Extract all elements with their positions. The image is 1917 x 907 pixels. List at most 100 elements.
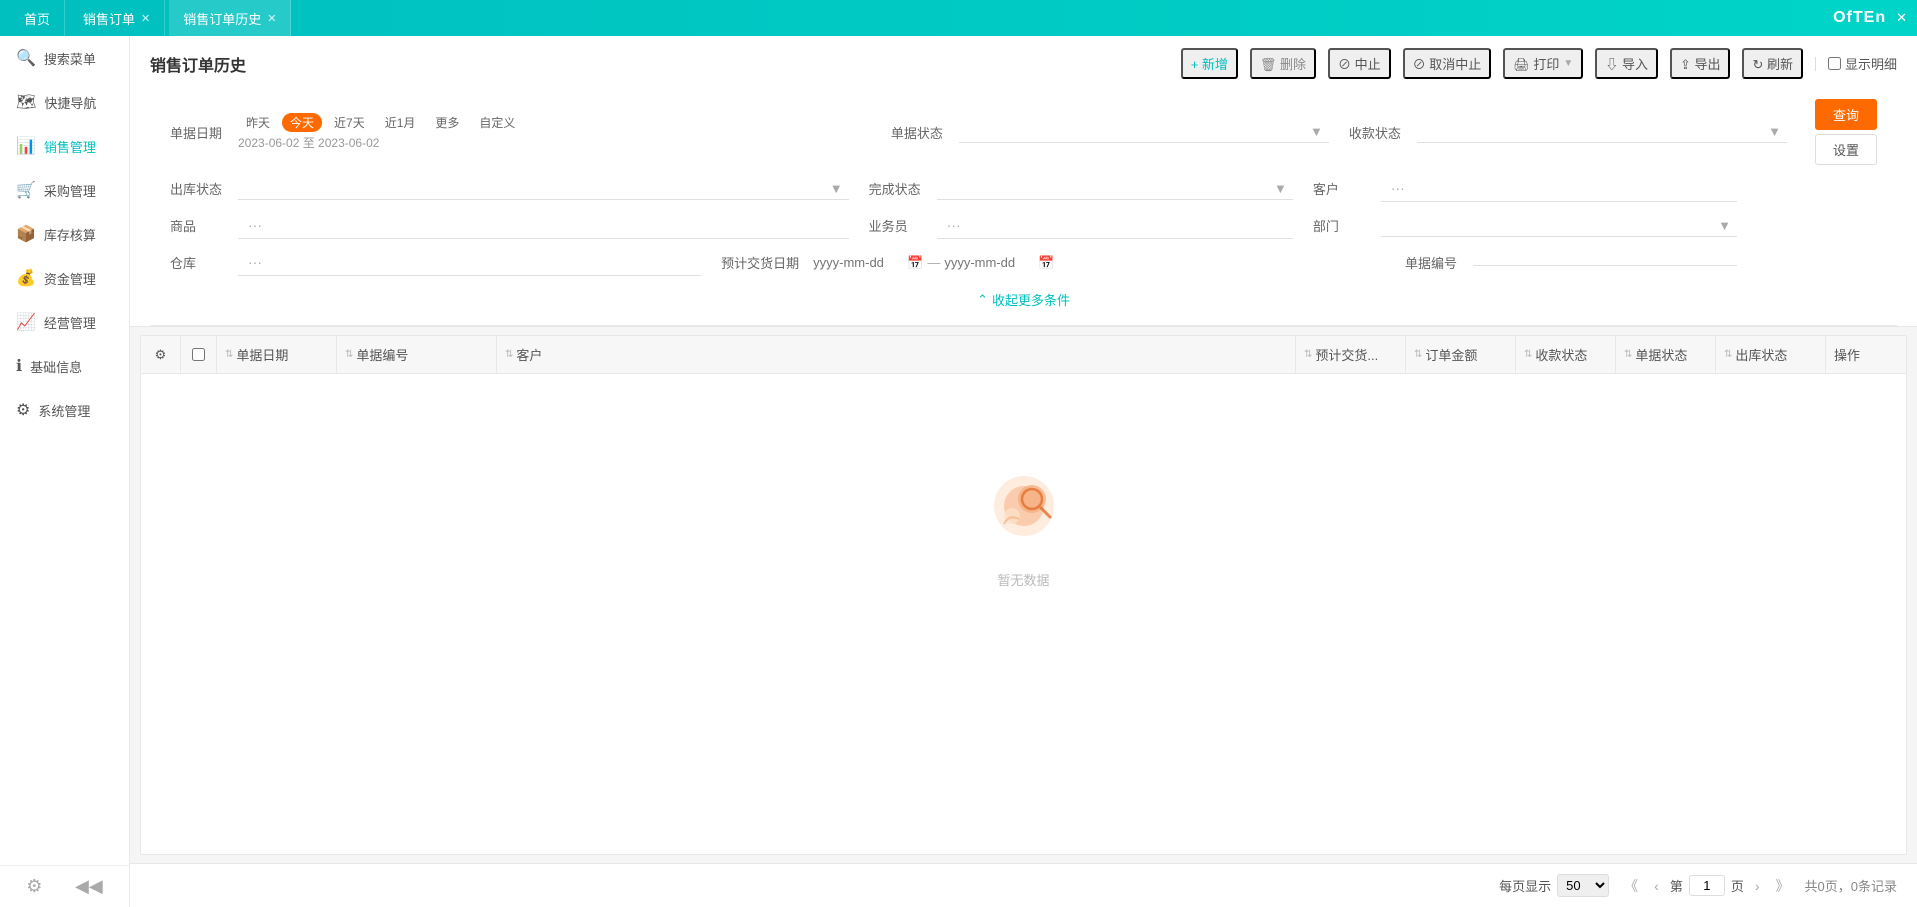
sales-rep-ellipsis[interactable]: ···: [941, 215, 967, 235]
next-page-button[interactable]: ›: [1750, 876, 1765, 896]
th-date-label: 单据日期: [236, 345, 288, 364]
first-page-button[interactable]: 《: [1619, 874, 1643, 898]
stop-button[interactable]: ⊘ 中止: [1328, 48, 1391, 79]
print-button[interactable]: 🖨 打印 ▼: [1503, 48, 1583, 79]
print-chevron-icon: ▼: [1563, 58, 1573, 69]
sidebar-item-search[interactable]: 🔍 搜索菜单: [0, 36, 129, 80]
th-receipt-sort-icon: ⇅: [1524, 349, 1532, 360]
expected-date-start[interactable]: [813, 255, 903, 270]
new-button[interactable]: + 新增: [1181, 48, 1238, 79]
sidebar-item-quick-nav-label: 快捷导航: [44, 93, 96, 112]
expected-date-end[interactable]: [944, 255, 1034, 270]
department-select[interactable]: ▼: [1381, 215, 1737, 237]
date-pill-yesterday[interactable]: 昨天: [238, 113, 278, 132]
tab-sales-order-close[interactable]: ✕: [141, 12, 150, 25]
th-docno-label: 单据编号: [356, 345, 408, 364]
outbound-label: 出库状态: [170, 179, 230, 198]
date-filter-field: 单据日期 昨天 今天 近7天 近1月 更多 自定义 2023-06-02 至 2…: [170, 113, 871, 151]
receipt-status-select[interactable]: ▼: [1417, 121, 1787, 143]
sidebar-item-inventory-label: 库存核算: [44, 225, 96, 244]
sidebar-item-finance-label: 资金管理: [44, 269, 96, 288]
per-page: 每页显示 50 10 20 100: [1499, 874, 1609, 897]
gear-icon: ⚙: [16, 400, 30, 420]
sidebar: 🔍 搜索菜单 🗺 快捷导航 📊 销售管理 🛒 采购管理 📦 库存核算 💰 资金管…: [0, 36, 130, 907]
date-pill-custom[interactable]: 自定义: [471, 113, 523, 132]
chevron-up-icon: ⌃: [977, 292, 988, 308]
date-range-text: 2023-06-02 至 2023-06-02: [238, 134, 523, 151]
calendar-start-icon[interactable]: 📅: [907, 255, 923, 271]
doc-status-select[interactable]: ▼: [959, 121, 1329, 143]
toolbar-divider: [1815, 57, 1816, 71]
tab-sales-history-close[interactable]: ✕: [267, 12, 276, 25]
sidebar-item-system-label: 系统管理: [38, 401, 90, 420]
sidebar-item-operations[interactable]: 📈 经营管理: [0, 300, 129, 344]
date-pill-today[interactable]: 今天: [282, 113, 322, 132]
warehouse-ellipsis[interactable]: ···: [242, 252, 268, 272]
date-pill-1month[interactable]: 近1月: [377, 113, 424, 132]
select-all-checkbox[interactable]: [192, 348, 205, 361]
date-pill-7days[interactable]: 近7天: [326, 113, 373, 132]
tab-home[interactable]: 首页: [10, 0, 65, 36]
topbar-close-icon[interactable]: ✕: [1896, 10, 1907, 26]
per-page-label: 每页显示: [1499, 876, 1551, 895]
th-outbound-label: 出库状态: [1735, 345, 1787, 364]
th-amount[interactable]: ⇅ 订单金额: [1406, 336, 1516, 373]
delete-button[interactable]: 🗑 删除: [1250, 48, 1316, 79]
th-receipt[interactable]: ⇅ 收款状态: [1516, 336, 1616, 373]
th-checkbox[interactable]: [181, 336, 217, 373]
sidebar-item-quick-nav[interactable]: 🗺 快捷导航: [0, 80, 129, 124]
complete-select[interactable]: ▼: [937, 178, 1293, 200]
outbound-field: 出库状态 ▼: [170, 178, 849, 200]
sidebar-collapse-icon[interactable]: ◀◀: [75, 876, 103, 897]
chart-icon: 📊: [16, 136, 36, 156]
th-delivery[interactable]: ⇅ 预计交货...: [1296, 336, 1406, 373]
show-detail-input[interactable]: [1828, 57, 1841, 70]
per-page-select[interactable]: 50 10 20 100: [1557, 874, 1609, 897]
export-button[interactable]: ⇪ 导出: [1670, 48, 1731, 79]
calendar-end-icon[interactable]: 📅: [1038, 255, 1054, 271]
date-dash: —: [927, 255, 940, 270]
tab-sales-order[interactable]: 销售订单 ✕: [69, 0, 165, 36]
sales-rep-value: ···: [937, 212, 1293, 239]
product-ellipsis[interactable]: ···: [242, 215, 268, 235]
cancel-stop-button[interactable]: ⊘ 取消中止: [1403, 48, 1492, 79]
page-input[interactable]: [1689, 875, 1725, 896]
th-amount-label: 订单金额: [1425, 345, 1477, 364]
expected-date-value: 📅 — 📅: [809, 252, 1385, 274]
last-page-button[interactable]: 》: [1771, 874, 1795, 898]
sidebar-item-system[interactable]: ⚙ 系统管理: [0, 388, 129, 432]
sidebar-item-inventory[interactable]: 📦 库存核算: [0, 212, 129, 256]
show-detail-checkbox[interactable]: 显示明细: [1828, 54, 1897, 73]
th-docno[interactable]: ⇅ 单据编号: [337, 336, 497, 373]
tab-sales-history[interactable]: 销售订单历史 ✕: [169, 0, 291, 36]
settings-button[interactable]: 设置: [1815, 134, 1877, 165]
collapse-row[interactable]: ⌃ 收起更多条件: [170, 286, 1877, 315]
docno-value[interactable]: [1473, 259, 1737, 266]
refresh-button[interactable]: ↻ 刷新: [1742, 48, 1803, 79]
th-action-label: 操作: [1834, 345, 1860, 364]
sidebar-item-finance[interactable]: 💰 资金管理: [0, 256, 129, 300]
settings-icon: ⚙: [155, 347, 167, 363]
th-status-sort-icon: ⇅: [1624, 349, 1632, 360]
import-button[interactable]: ⇩ 导入: [1595, 48, 1658, 79]
customer-ellipsis[interactable]: ···: [1385, 178, 1411, 198]
th-customer[interactable]: ⇅ 客户: [497, 336, 1296, 373]
sidebar-item-sales[interactable]: 📊 销售管理: [0, 124, 129, 168]
warehouse-label: 仓库: [170, 253, 230, 272]
prev-page-button[interactable]: ‹: [1649, 876, 1664, 896]
th-outbound[interactable]: ⇅ 出库状态: [1716, 336, 1826, 373]
sidebar-item-purchase[interactable]: 🛒 采购管理: [0, 168, 129, 212]
search-icon: 🔍: [16, 48, 36, 68]
date-pill-more[interactable]: 更多: [427, 113, 467, 132]
query-button[interactable]: 查询: [1815, 99, 1877, 130]
th-status[interactable]: ⇅ 单据状态: [1616, 336, 1716, 373]
table-header: ⚙ ⇅ 单据日期 ⇅ 单据编号 ⇅ 客户 ⇅: [141, 336, 1906, 374]
outbound-select[interactable]: ▼: [238, 178, 849, 200]
trending-icon: 📈: [16, 312, 36, 332]
th-date[interactable]: ⇅ 单据日期: [217, 336, 337, 373]
sidebar-settings-icon[interactable]: ⚙: [26, 876, 42, 897]
sidebar-item-basic-info[interactable]: ℹ 基础信息: [0, 344, 129, 388]
th-settings[interactable]: ⚙: [141, 336, 181, 373]
docno-label: 单据编号: [1405, 253, 1465, 272]
info-icon: ℹ: [16, 356, 22, 376]
